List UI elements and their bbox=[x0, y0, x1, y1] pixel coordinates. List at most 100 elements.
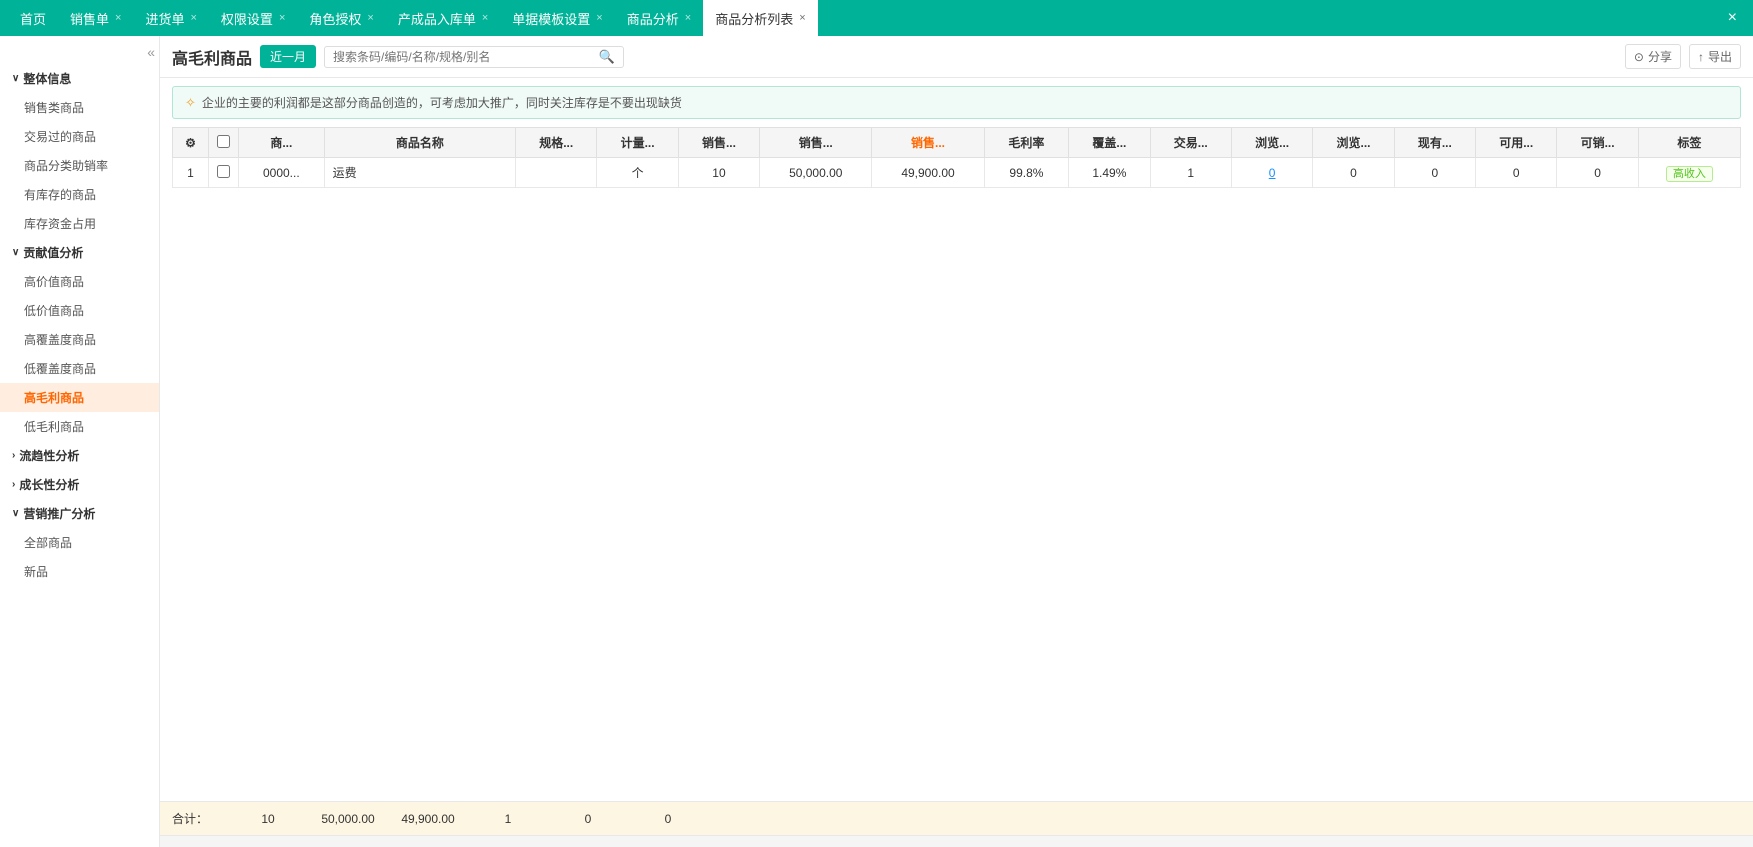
col-gross-margin: 毛利率 bbox=[984, 128, 1069, 158]
col-code: 商... bbox=[239, 128, 325, 158]
col-settings[interactable]: ⚙ bbox=[173, 128, 209, 158]
close-product-analysis-list-icon[interactable]: × bbox=[799, 12, 805, 24]
search-icon[interactable]: 🔍 bbox=[599, 49, 615, 65]
export-button[interactable]: ↑ 导出 bbox=[1689, 44, 1741, 69]
sidebar-group-contribution[interactable]: ∨ 贡献值分析 bbox=[0, 238, 159, 267]
table-container[interactable]: ⚙ 商... 商品名称 规格... 计量... 销售... 销售... 销售..… bbox=[160, 127, 1753, 801]
sidebar-group-trend[interactable]: › 流趋性分析 bbox=[0, 441, 159, 470]
row-transactions: 1 bbox=[1150, 158, 1231, 188]
sidebar-item-in-stock[interactable]: 有库存的商品 bbox=[0, 180, 159, 209]
info-icon: ✧ bbox=[185, 95, 196, 111]
sidebar-item-new-goods[interactable]: 新品 bbox=[0, 557, 159, 586]
sidebar-item-low-value[interactable]: 低价值商品 bbox=[0, 296, 159, 325]
period-button[interactable]: 近一月 bbox=[260, 45, 316, 68]
sidebar-group-growth[interactable]: › 成长性分析 bbox=[0, 470, 159, 499]
sidebar-item-high-coverage[interactable]: 高覆盖度商品 bbox=[0, 325, 159, 354]
close-template-icon[interactable]: × bbox=[596, 12, 602, 24]
footer-available: 0 bbox=[628, 812, 708, 826]
data-table: ⚙ 商... 商品名称 规格... 计量... 销售... 销售... 销售..… bbox=[172, 127, 1741, 188]
row-current-stock: 0 bbox=[1394, 158, 1475, 188]
sidebar-item-high-value[interactable]: 高价值商品 bbox=[0, 267, 159, 296]
nav-purchase[interactable]: 进货单 × bbox=[133, 0, 208, 36]
row-unit: 个 bbox=[597, 158, 678, 188]
table-footer: 合计： 10 50,000.00 49,900.00 1 0 0 bbox=[160, 801, 1753, 835]
sidebar-group-marketing[interactable]: ∨ 营销推广分析 bbox=[0, 499, 159, 528]
footer-transactions: 1 bbox=[468, 812, 548, 826]
row-select[interactable] bbox=[217, 165, 230, 178]
nav-sales[interactable]: 销售单 × bbox=[58, 0, 133, 36]
col-name: 商品名称 bbox=[324, 128, 515, 158]
nav-permissions[interactable]: 权限设置 × bbox=[209, 0, 297, 36]
main-content: 高毛利商品 近一月 🔍 ⊙ 分享 ↑ 导出 ✧ 企业的主要的利润都是这部分商品创… bbox=[160, 36, 1753, 847]
col-sales-profit: 销售... bbox=[872, 128, 984, 158]
select-all-checkbox[interactable] bbox=[217, 135, 230, 148]
search-input[interactable] bbox=[333, 50, 599, 64]
info-banner: ✧ 企业的主要的利润都是这部分商品创造的，可考虑加大推广，同时关注库存是不要出现… bbox=[172, 86, 1741, 119]
footer-label: 合计： bbox=[172, 810, 208, 827]
sidebar-item-low-margin[interactable]: 低毛利商品 bbox=[0, 412, 159, 441]
sidebar-item-category-assist[interactable]: 商品分类助销率 bbox=[0, 151, 159, 180]
footer-sales-qty: 10 bbox=[228, 812, 308, 826]
sidebar-item-traded-goods[interactable]: 交易过的商品 bbox=[0, 122, 159, 151]
expand-overall-icon: ∨ bbox=[12, 73, 19, 84]
nav-product-analysis-list[interactable]: 商品分析列表 × bbox=[703, 0, 817, 36]
col-saleable: 可销... bbox=[1557, 128, 1638, 158]
nav-home[interactable]: 首页 bbox=[8, 0, 58, 36]
sidebar-item-all-goods[interactable]: 全部商品 bbox=[0, 528, 159, 557]
col-coverage: 覆盖... bbox=[1069, 128, 1150, 158]
close-product-entry-icon[interactable]: × bbox=[482, 12, 488, 24]
horizontal-scrollbar[interactable] bbox=[160, 835, 1753, 847]
expand-marketing-icon: ∨ bbox=[12, 508, 19, 519]
expand-growth-icon: › bbox=[12, 479, 15, 490]
row-name: 运费 bbox=[324, 158, 515, 188]
content-header: 高毛利商品 近一月 🔍 ⊙ 分享 ↑ 导出 bbox=[160, 36, 1753, 78]
col-sales-amount: 销售... bbox=[760, 128, 872, 158]
row-sales-amount: 50,000.00 bbox=[760, 158, 872, 188]
sidebar-item-stock-capital[interactable]: 库存资金占用 bbox=[0, 209, 159, 238]
nav-product-analysis[interactable]: 商品分析 × bbox=[615, 0, 703, 36]
row-sales-qty: 10 bbox=[678, 158, 759, 188]
sidebar-item-sales-goods[interactable]: 销售类商品 bbox=[0, 93, 159, 122]
share-icon: ⊙ bbox=[1634, 50, 1644, 64]
close-product-analysis-icon[interactable]: × bbox=[685, 12, 691, 24]
expand-contribution-icon: ∨ bbox=[12, 247, 19, 258]
sidebar-group-overall[interactable]: ∨ 整体信息 bbox=[0, 64, 159, 93]
close-roles-icon[interactable]: × bbox=[367, 12, 373, 24]
info-text: 企业的主要的利润都是这部分商品创造的，可考虑加大推广，同时关注库存是不要出现缺货 bbox=[202, 94, 682, 111]
col-check[interactable] bbox=[209, 128, 239, 158]
sidebar-item-high-margin[interactable]: 高毛利商品 bbox=[0, 383, 159, 412]
row-tag: 高收入 bbox=[1638, 158, 1740, 188]
row-code: 0000... bbox=[239, 158, 325, 188]
col-spec: 规格... bbox=[516, 128, 597, 158]
col-current-stock: 现有... bbox=[1394, 128, 1475, 158]
search-box: 🔍 bbox=[324, 46, 624, 68]
nav-product-entry[interactable]: 产成品入库单 × bbox=[386, 0, 500, 36]
close-purchase-icon[interactable]: × bbox=[190, 12, 196, 24]
footer-sales-profit: 49,900.00 bbox=[388, 812, 468, 826]
close-permissions-icon[interactable]: × bbox=[279, 12, 285, 24]
table-row: 1 0000... 运费 个 10 50,000.00 49,900.00 99… bbox=[173, 158, 1741, 188]
row-checkbox[interactable] bbox=[209, 158, 239, 188]
share-button[interactable]: ⊙ 分享 bbox=[1625, 44, 1681, 69]
nav-roles[interactable]: 角色授权 × bbox=[297, 0, 385, 36]
row-spec bbox=[516, 158, 597, 188]
page-title: 高毛利商品 bbox=[172, 45, 252, 69]
footer-sales-amount: 50,000.00 bbox=[308, 812, 388, 826]
row-gross-margin: 99.8% bbox=[984, 158, 1069, 188]
footer-current-stock: 0 bbox=[548, 812, 628, 826]
row-views2: 0 bbox=[1313, 158, 1394, 188]
sidebar-item-low-coverage[interactable]: 低覆盖度商品 bbox=[0, 354, 159, 383]
col-tag: 标签 bbox=[1638, 128, 1740, 158]
row-available: 0 bbox=[1476, 158, 1557, 188]
close-sales-icon[interactable]: × bbox=[115, 12, 121, 24]
top-navigation: 首页 销售单 × 进货单 × 权限设置 × 角色授权 × 产成品入库单 × 单据… bbox=[0, 0, 1753, 36]
close-all-button[interactable]: × bbox=[1720, 9, 1745, 27]
export-icon: ↑ bbox=[1698, 50, 1704, 64]
col-views2: 浏览... bbox=[1313, 128, 1394, 158]
col-transactions: 交易... bbox=[1150, 128, 1231, 158]
table-header-row: ⚙ 商... 商品名称 规格... 计量... 销售... 销售... 销售..… bbox=[173, 128, 1741, 158]
sidebar-collapse-button[interactable]: « bbox=[147, 44, 155, 60]
nav-template[interactable]: 单据模板设置 × bbox=[500, 0, 614, 36]
row-sales-profit: 49,900.00 bbox=[872, 158, 984, 188]
row-views1[interactable]: 0 bbox=[1231, 158, 1312, 188]
